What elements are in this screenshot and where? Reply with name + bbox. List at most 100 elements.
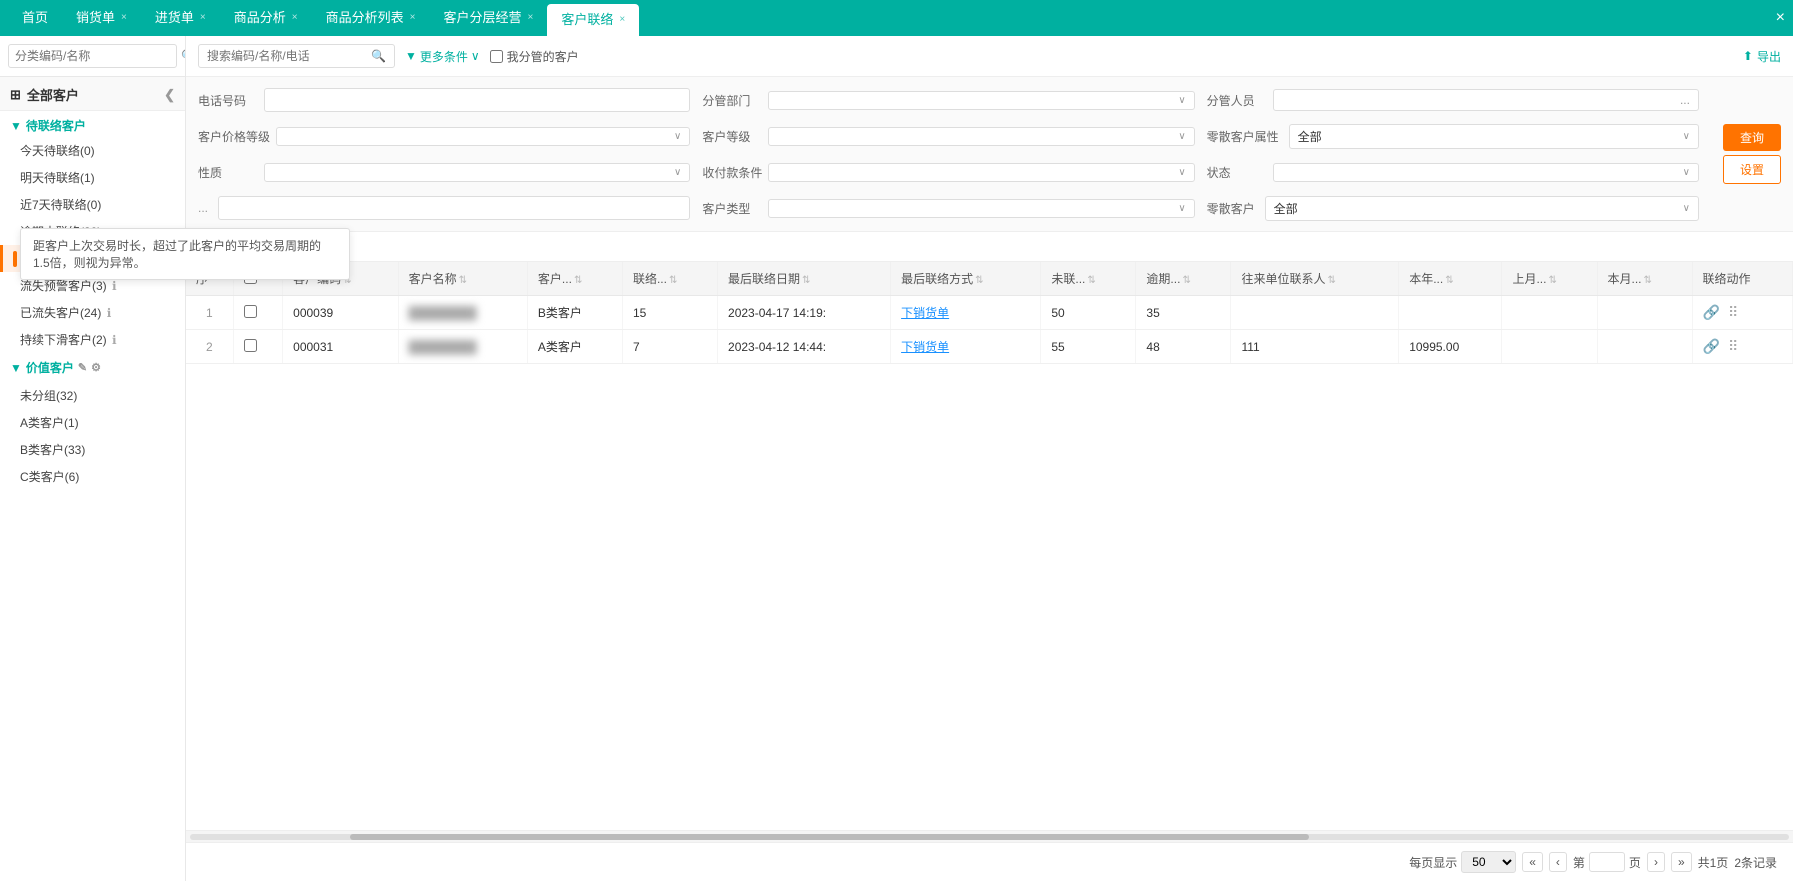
filter-retail-attr-label: 零散客户属性 — [1207, 128, 1279, 145]
sidebar-item-today[interactable]: 今天待联络(0) — [0, 137, 185, 164]
tooltip-box: 距客户上次交易时长，超过了此客户的平均交易周期的1.5倍，则视为异常。 — [20, 228, 350, 280]
close-sales-icon[interactable]: × — [121, 0, 127, 36]
row-1-more-icon[interactable]: ⠿ — [1728, 304, 1738, 321]
filter-retail-attr: 零散客户属性 全部 ∨ — [1207, 121, 1699, 151]
th-contact-count: 联络...⇅ — [622, 262, 717, 296]
filter-price-level-select[interactable]: ∨ — [276, 127, 690, 146]
close-segments-icon[interactable]: × — [527, 0, 533, 36]
row-2-more-icon[interactable]: ⠿ — [1728, 338, 1738, 355]
settings-button[interactable]: 设置 — [1723, 155, 1781, 184]
close-all-tabs[interactable]: × — [1776, 9, 1785, 27]
th-name: 客户名称⇅ — [398, 262, 527, 296]
filter-nature-select[interactable]: ∨ — [264, 163, 690, 182]
scrollbar-thumb[interactable] — [350, 834, 1309, 840]
total-records-label: 2条记录 — [1734, 854, 1777, 871]
filter-payment-select[interactable]: ∨ — [768, 163, 1194, 182]
settings-icon-small[interactable]: ⚙ — [91, 361, 101, 374]
sidebar-search-input[interactable] — [8, 44, 177, 68]
filter-retail-attr-select[interactable]: 全部 ∨ — [1289, 124, 1699, 149]
filter-phone-input[interactable] — [264, 88, 690, 112]
filter-customer-level-label: 客户等级 — [702, 128, 762, 145]
prev-page-button[interactable]: ‹ — [1549, 852, 1567, 872]
filter-more-conditions[interactable]: ▼ 更多条件 ∨ — [405, 48, 480, 65]
collapse-sidebar-icon[interactable]: ❮ — [164, 87, 175, 103]
th-this-year: 本年...⇅ — [1399, 262, 1502, 296]
row-1-method-link[interactable]: 下销货单 — [901, 306, 949, 320]
more-icon: ... — [1680, 93, 1690, 107]
nav-customer-segments[interactable]: 客户分层经营 × — [429, 0, 547, 36]
nav-home[interactable]: 首页 — [8, 0, 62, 36]
table-toolbar: ⚙ — [186, 232, 1793, 262]
per-page-label: 每页显示 — [1409, 854, 1457, 871]
chevron-retail2-icon: ∨ — [1683, 203, 1690, 214]
row-2-actions: 🔗 ⠿ — [1692, 330, 1792, 364]
chevron-down-icon: ∨ — [471, 49, 480, 63]
nav-product-analysis-list[interactable]: 商品分析列表 × — [312, 0, 430, 36]
close-product-list-icon[interactable]: × — [410, 0, 416, 36]
th-last-month: 上月...⇅ — [1502, 262, 1597, 296]
table-row: 2 000031 ████████ A类客户 7 2023-04-12 14:4… — [186, 330, 1793, 364]
filter-status-label: 状态 — [1207, 164, 1267, 181]
filter-extra-input[interactable] — [218, 196, 690, 220]
info-icon-declining: ℹ — [112, 333, 117, 347]
filter-ctype-label: 客户类型 — [702, 200, 762, 217]
th-contacts: 往来单位联系人⇅ — [1231, 262, 1399, 296]
filter-extra-dots: ... — [198, 201, 208, 215]
nav-customer-contact[interactable]: 客户联络 × — [547, 4, 639, 36]
sidebar-item-lost[interactable]: 已流失客户(24) ℹ — [0, 299, 185, 326]
last-page-button[interactable]: » — [1671, 852, 1692, 872]
sidebar-value-customer-group[interactable]: ▼ 价值客户 ✎ ⚙ — [0, 353, 185, 382]
my-customer-checkbox[interactable] — [490, 50, 503, 63]
filter-payment: 收付款条件 ∨ — [702, 157, 1194, 187]
export-button[interactable]: ⬆ 导出 — [1743, 48, 1781, 65]
query-button[interactable]: 查询 — [1723, 124, 1781, 151]
row-1-link-icon[interactable]: 🔗 — [1703, 304, 1720, 321]
filter-retail-label: 零散客户 — [1207, 200, 1255, 217]
grid-icon: ⊞ — [10, 87, 21, 103]
filter-ctype-select[interactable]: ∨ — [768, 199, 1194, 218]
chevron-retail-icon: ∨ — [1683, 131, 1690, 142]
filter-phone-label: 电话号码 — [198, 92, 258, 109]
close-purchase-icon[interactable]: × — [200, 0, 206, 36]
row-2-this-month — [1597, 330, 1692, 364]
filter-search-input[interactable] — [207, 49, 367, 63]
sidebar-item-ungroup[interactable]: 未分组(32) — [0, 382, 185, 409]
close-contact-icon[interactable]: × — [619, 4, 625, 36]
th-overdue: 逾期...⇅ — [1136, 262, 1231, 296]
close-product-analysis-icon[interactable]: × — [292, 0, 298, 36]
filter-dept-label: 分管部门 — [702, 92, 762, 109]
row-1-last-month — [1502, 296, 1597, 330]
row-2-last-method: 下销货单 — [891, 330, 1041, 364]
top-nav: 首页 销货单 × 进货单 × 商品分析 × 商品分析列表 × 客户分层经营 × … — [0, 0, 1793, 36]
horizontal-scrollbar[interactable] — [186, 830, 1793, 842]
nav-purchase[interactable]: 进货单 × — [141, 0, 220, 36]
info-icon-loss: ℹ — [112, 279, 117, 293]
sidebar-item-class-c[interactable]: C类客户(6) — [0, 463, 185, 490]
next-page-button[interactable]: › — [1647, 852, 1665, 872]
sidebar-item-7days[interactable]: 近7天待联络(0) — [0, 191, 185, 218]
filter-dept-select[interactable]: ∨ — [768, 91, 1194, 110]
edit-icon[interactable]: ✎ — [78, 361, 87, 374]
filter-manager-select[interactable]: ... — [1273, 89, 1699, 111]
page-number-input[interactable]: 1 — [1589, 852, 1625, 872]
first-page-button[interactable]: « — [1522, 852, 1543, 872]
filter-status-select[interactable]: ∨ — [1273, 163, 1699, 182]
filter-icon: ▼ — [405, 49, 417, 63]
per-page-select[interactable]: 50 100 200 — [1461, 851, 1516, 873]
sidebar-item-declining[interactable]: 持续下滑客户(2) ℹ — [0, 326, 185, 353]
sidebar-item-class-a[interactable]: A类客户(1) — [0, 409, 185, 436]
filter-nature: 性质 ∨ — [198, 157, 690, 187]
filter-nature-label: 性质 — [198, 164, 258, 181]
content-area: 🔍 ▼ 更多条件 ∨ 我分管的客户 ⬆ 导出 电话号码 — [186, 36, 1793, 881]
filter-retail-select[interactable]: 全部 ∨ — [1265, 196, 1699, 221]
filter-customer-level-select[interactable]: ∨ — [768, 127, 1194, 146]
sidebar-item-class-b[interactable]: B类客户(33) — [0, 436, 185, 463]
sidebar-pending-contact-group[interactable]: ▼ 待联络客户 — [0, 111, 185, 137]
filter-phone: 电话号码 — [198, 85, 690, 115]
sidebar-item-tomorrow[interactable]: 明天待联络(1) — [0, 164, 185, 191]
nav-sales[interactable]: 销货单 × — [62, 0, 141, 36]
nav-product-analysis[interactable]: 商品分析 × — [220, 0, 312, 36]
filter-search-icon[interactable]: 🔍 — [371, 49, 386, 63]
row-2-link-icon[interactable]: 🔗 — [1703, 338, 1720, 355]
row-2-method-link[interactable]: 下销货单 — [901, 340, 949, 354]
